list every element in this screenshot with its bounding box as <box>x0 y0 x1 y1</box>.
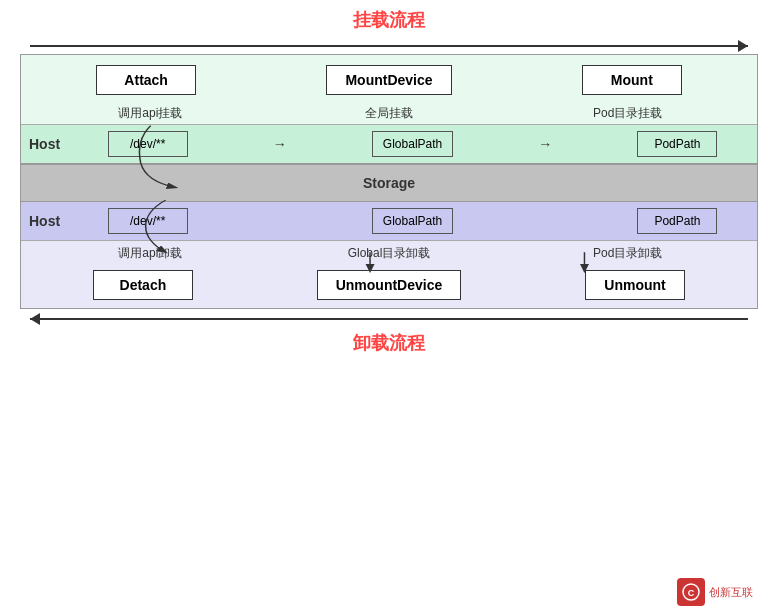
global-path-green: GlobalPath <box>372 131 453 157</box>
label-global-unmount: Global目录卸载 <box>339 245 439 262</box>
green-path-row: /dev/** → GlobalPath → PodPath <box>68 131 757 157</box>
global-path-blue: GlobalPath <box>372 208 453 234</box>
host-row-blue: Host /dev/** → GlobalPath → PodPath <box>21 202 757 241</box>
diagram-wrapper: Attach MountDevice Mount 调用api挂载 全局挂载 Po… <box>20 54 758 309</box>
label-global-mount: 全局挂载 <box>339 105 439 122</box>
arrow-right-2: → <box>538 136 552 152</box>
ops-top-row: Attach MountDevice Mount <box>21 65 757 103</box>
watermark-text: 创新互联 <box>709 585 753 600</box>
pod-path-blue: PodPath <box>637 208 717 234</box>
pod-path-green: PodPath <box>637 131 717 157</box>
label-pod-unmount: Pod目录卸载 <box>578 245 678 262</box>
top-arrow <box>30 36 748 54</box>
attach-button[interactable]: Attach <box>96 65 196 95</box>
watermark: C 创新互联 <box>677 578 753 606</box>
top-labels-row: 调用api挂载 全局挂载 Pod目录挂载 <box>21 103 757 124</box>
arrow-right-1: → <box>273 136 287 152</box>
storage-bar: Storage <box>21 164 757 202</box>
bottom-section: Host /dev/** → GlobalPath → PodPath 调用ap… <box>21 202 757 308</box>
bottom-arrow <box>30 309 748 327</box>
host-label-bottom: Host <box>21 213 68 229</box>
dev-path-green: /dev/** <box>108 131 188 157</box>
label-api-mount: 调用api挂载 <box>100 105 200 122</box>
main-container: 挂载流程 Attach MountDevice Mount 调用api挂载 全局… <box>0 0 778 616</box>
blue-path-row: /dev/** → GlobalPath → PodPath <box>68 208 757 234</box>
svg-text:C: C <box>688 588 695 598</box>
top-section: Attach MountDevice Mount 调用api挂载 全局挂载 Po… <box>21 55 757 164</box>
unmount-button[interactable]: Unmount <box>585 270 685 300</box>
mount-device-button[interactable]: MountDevice <box>326 65 451 95</box>
bottom-labels-row: 调用api卸载 Global目录卸载 Pod目录卸载 <box>21 241 757 266</box>
label-pod-mount: Pod目录挂载 <box>578 105 678 122</box>
host-label-top: Host <box>21 136 68 152</box>
dev-path-blue: /dev/** <box>108 208 188 234</box>
unmount-device-button[interactable]: UnmountDevice <box>317 270 462 300</box>
watermark-icon: C <box>677 578 705 606</box>
unmount-title: 卸载流程 <box>0 327 778 359</box>
label-api-unmount: 调用api卸载 <box>100 245 200 262</box>
detach-button[interactable]: Detach <box>93 270 193 300</box>
mount-button[interactable]: Mount <box>582 65 682 95</box>
host-row-green: Host /dev/** → GlobalPath → PodPath <box>21 124 757 163</box>
ops-bottom-row: Detach UnmountDevice Unmount <box>21 266 757 308</box>
mount-title: 挂载流程 <box>0 0 778 36</box>
